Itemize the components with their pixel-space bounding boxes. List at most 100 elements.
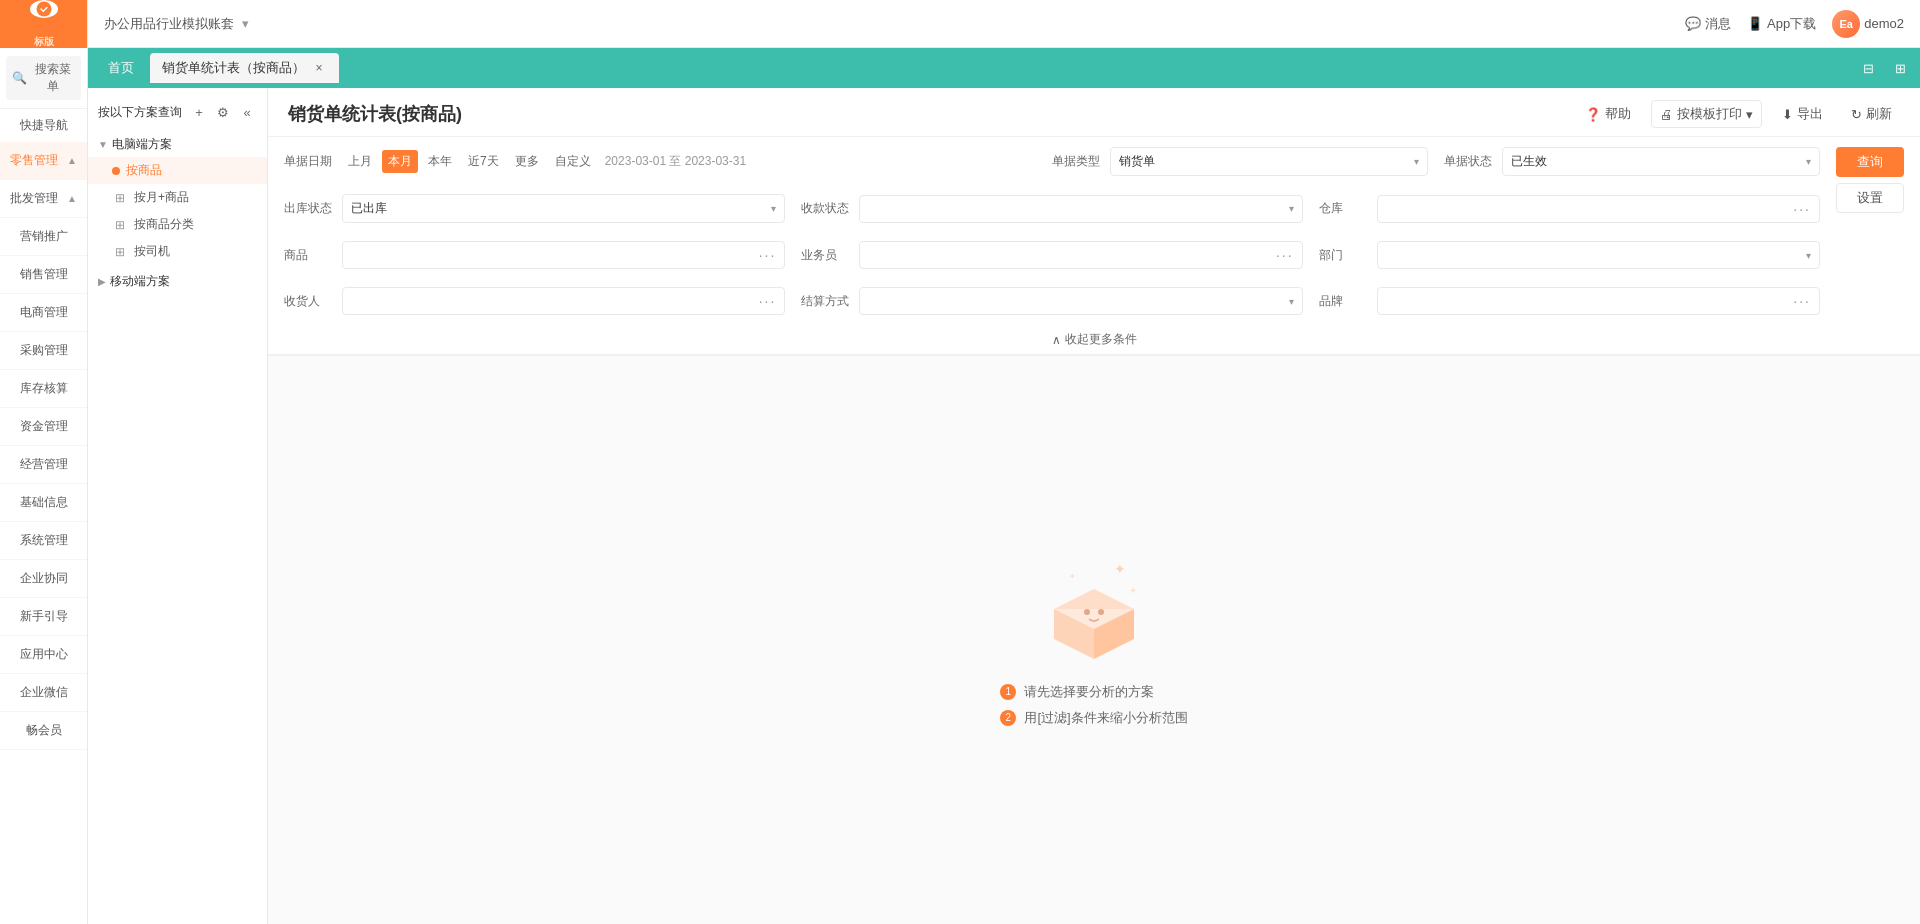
warehouse-control[interactable]: ··· (1377, 195, 1820, 223)
out-status-value: 已出库 (351, 200, 387, 217)
date-current-year-btn[interactable]: 本年 (422, 150, 458, 173)
salesperson-control[interactable]: ··· (859, 241, 1302, 269)
sidebar-item-system[interactable]: 系统管理 (0, 522, 87, 560)
messages-button[interactable]: 💬 消息 (1685, 15, 1731, 33)
filter-row-4: 收货人 ··· 结算方式 ▾ (268, 279, 1836, 325)
date-label: 单据日期 (284, 153, 334, 170)
settings-button[interactable]: 设置 (1836, 183, 1904, 213)
app-logo: 畅捷通好生意 标版 (0, 0, 87, 48)
date-more-btn[interactable]: 更多 (509, 150, 545, 173)
scheme-add-button[interactable]: + (189, 102, 209, 122)
report-tab-label: 销货单统计表（按商品） (162, 59, 305, 77)
tab-close-button[interactable]: × (311, 60, 327, 76)
sidebar-item-operation[interactable]: 经营管理 (0, 446, 87, 484)
collect-status-label: 收款状态 (801, 200, 851, 217)
sidebar-item-retail[interactable]: 零售管理 ▲ (0, 142, 87, 180)
sidebar-item-marketing[interactable]: 营销推广 (0, 218, 87, 256)
scheme-panel: 按以下方案查询 + ⚙ « ▼ 电脑端方案 按商品 ⊞ 按月+ (88, 88, 268, 924)
query-button[interactable]: 查询 (1836, 147, 1904, 177)
tab-report[interactable]: 销货单统计表（按商品） × (150, 53, 339, 83)
collect-status-control[interactable]: ▾ (859, 195, 1302, 223)
scheme-collapse-button[interactable]: « (237, 102, 257, 122)
scheme-item-by-category[interactable]: ⊞ 按商品分类 (88, 211, 267, 238)
scheme-group-mobile-label: 移动端方案 (110, 273, 170, 290)
svg-point-8 (1084, 609, 1090, 615)
scheme-item-by-product-label: 按商品 (126, 162, 162, 179)
date-custom-btn[interactable]: 自定义 (549, 150, 597, 173)
user-profile-button[interactable]: Ea demo2 (1832, 10, 1904, 38)
product-control[interactable]: ··· (342, 241, 785, 269)
export-label: 导出 (1797, 105, 1823, 123)
sidebar-item-apps[interactable]: 应用中心 (0, 636, 87, 674)
sidebar-item-member[interactable]: 畅会员 (0, 712, 87, 750)
dept-control[interactable]: ▾ (1377, 241, 1820, 269)
expand-arrow-mobile: ▶ (98, 276, 106, 287)
sidebar-item-finance[interactable]: 资金管理 (0, 408, 87, 446)
date-last-month-btn[interactable]: 上月 (342, 150, 378, 173)
receiver-control[interactable]: ··· (342, 287, 785, 315)
avatar-text: Ea (1840, 18, 1853, 30)
scheme-group-pc-title[interactable]: ▼ 电脑端方案 (88, 132, 267, 157)
scheme-settings-button[interactable]: ⚙ (213, 102, 233, 122)
help-label: 帮助 (1605, 105, 1631, 123)
sidebar-item-wholesale[interactable]: 批发管理 ▲ (0, 180, 87, 218)
date-last7-btn[interactable]: 近7天 (462, 150, 505, 173)
scheme-item-by-month-product[interactable]: ⊞ 按月+商品 (88, 184, 267, 211)
doc-status-value: 已生效 (1511, 153, 1547, 170)
help-icon: ❓ (1585, 107, 1601, 122)
empty-tip-1: 1 请先选择要分析的方案 (1000, 683, 1187, 701)
search-menu-button[interactable]: 🔍 搜索菜单 (6, 56, 81, 100)
doc-status-control[interactable]: 已生效 ▾ (1502, 147, 1820, 176)
query-buttons: 查询 设置 (1836, 137, 1920, 223)
doc-type-value: 销货单 (1119, 153, 1155, 170)
sidebar-item-basic[interactable]: 基础信息 (0, 484, 87, 522)
scheme-group-pc-label: 电脑端方案 (112, 136, 172, 153)
out-status-control[interactable]: 已出库 ▾ (342, 194, 785, 223)
print-button[interactable]: 🖨 按模板打印 ▾ (1651, 100, 1762, 128)
filter-row-2: 出库状态 已出库 ▾ 收款状态 ▾ (268, 186, 1836, 223)
collapse-bar[interactable]: ∧ 收起更多条件 (268, 325, 1920, 355)
svg-text:✦: ✦ (1114, 561, 1126, 577)
tab-home[interactable]: 首页 (96, 53, 146, 83)
scheme-item-by-clerk-label: 按司机 (134, 243, 170, 260)
tab-minimize-button[interactable]: ⊟ (1856, 56, 1880, 80)
empty-tip-2: 2 用[过滤]条件来缩小分析范围 (1000, 709, 1187, 727)
export-button[interactable]: ⬇ 导出 (1774, 101, 1831, 127)
collect-status-arrow: ▾ (1289, 203, 1294, 214)
refresh-button[interactable]: ↻ 刷新 (1843, 101, 1900, 127)
doc-type-label: 单据类型 (1052, 153, 1102, 170)
sidebar-item-purchase[interactable]: 采购管理 (0, 332, 87, 370)
receiver-field: 收货人 ··· (284, 287, 785, 315)
sidebar-item-weixin[interactable]: 企业微信 (0, 674, 87, 712)
collapse-label: 收起更多条件 (1065, 331, 1137, 348)
sidebar-item-enterprise[interactable]: 企业协同 (0, 560, 87, 598)
sidebar-item-sales[interactable]: 销售管理 (0, 256, 87, 294)
expand-arrow-pc: ▼ (98, 139, 108, 150)
main-panel: 销货单统计表(按商品) ❓ 帮助 🖨 按模板打印 ▾ ⬇ 导出 (268, 88, 1920, 924)
settlement-control[interactable]: ▾ (859, 287, 1302, 315)
retail-label: 零售管理 (10, 152, 58, 169)
scheme-group-mobile-title[interactable]: ▶ 移动端方案 (88, 269, 267, 294)
app-download-button[interactable]: 📱 App下载 (1747, 15, 1816, 33)
salesperson-field: 业务员 ··· (801, 241, 1302, 269)
item-icon-clerk: ⊞ (112, 244, 128, 260)
tab-maximize-button[interactable]: ⊞ (1888, 56, 1912, 80)
help-button[interactable]: ❓ 帮助 (1577, 101, 1639, 127)
date-current-month-btn[interactable]: 本月 (382, 150, 418, 173)
export-icon: ⬇ (1782, 107, 1793, 122)
quick-nav-item[interactable]: 快捷导航 (0, 109, 87, 142)
sidebar-item-guide[interactable]: 新手引导 (0, 598, 87, 636)
sidebar-item-ecommerce[interactable]: 电商管理 (0, 294, 87, 332)
sidebar-item-inventory[interactable]: 库存核算 (0, 370, 87, 408)
doc-status-arrow: ▾ (1806, 156, 1811, 167)
company-dropdown-icon[interactable]: ▾ (242, 16, 249, 31)
scheme-item-by-product[interactable]: 按商品 (88, 157, 267, 184)
date-field: 单据日期 上月 本月 本年 近7天 更多 自定义 2023-03-01 至 20… (284, 150, 1036, 173)
tab-bar: 首页 销货单统计表（按商品） × ⊟ ⊞ (88, 48, 1920, 88)
scheme-item-by-clerk[interactable]: ⊞ 按司机 (88, 238, 267, 265)
sidebar: 畅捷通好生意 标版 🔍 搜索菜单 快捷导航 零售管理 ▲ 批发管理 ▲ 营销推广… (0, 0, 88, 924)
brand-control[interactable]: ··· (1377, 287, 1820, 315)
doc-type-arrow: ▾ (1414, 156, 1419, 167)
doc-type-control[interactable]: 销货单 ▾ (1110, 147, 1428, 176)
receiver-label: 收货人 (284, 293, 334, 310)
